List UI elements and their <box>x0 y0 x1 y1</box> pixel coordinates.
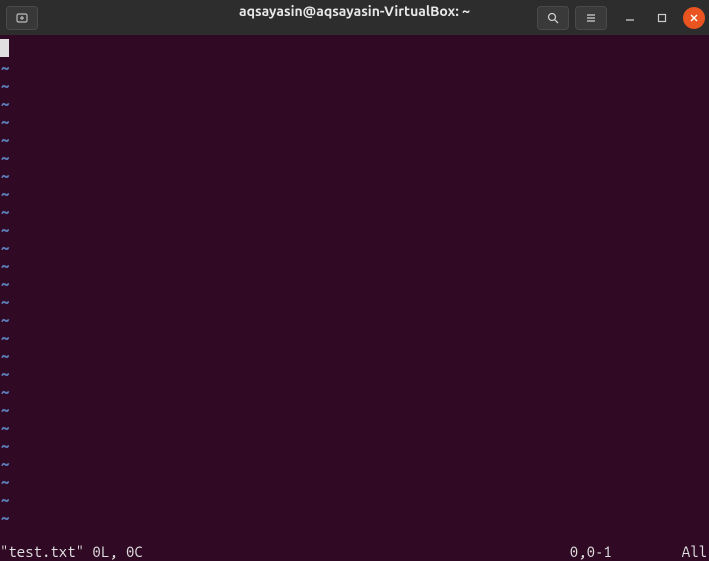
empty-line-tilde: ~ <box>0 491 20 509</box>
maximize-icon <box>656 12 668 24</box>
maximize-button[interactable] <box>651 7 673 29</box>
search-icon <box>546 11 560 25</box>
empty-line-tilde: ~ <box>0 239 20 257</box>
status-cursor-position: 0,0-1 <box>570 543 612 560</box>
menu-button[interactable] <box>575 6 607 30</box>
close-button[interactable] <box>683 7 705 29</box>
empty-line-tilde: ~ <box>0 221 20 239</box>
window-controls <box>619 7 705 29</box>
empty-line-tilde: ~ <box>0 311 20 329</box>
empty-line-tilde: ~ <box>0 347 20 365</box>
empty-line-tilde: ~ <box>0 275 20 293</box>
empty-line-tilde: ~ <box>0 77 20 95</box>
new-tab-button[interactable] <box>6 6 38 30</box>
empty-line-tilde: ~ <box>0 149 20 167</box>
titlebar-controls <box>537 6 705 30</box>
minimize-icon <box>624 12 636 24</box>
status-scroll-indicator: All <box>682 543 707 560</box>
empty-line-tilde: ~ <box>0 401 20 419</box>
empty-line-tilde: ~ <box>0 113 20 131</box>
new-tab-icon <box>15 11 29 25</box>
editor-viewport[interactable]: ~~~~~~~~~~~~~~~~~~~~~~~~~~ <box>0 35 709 541</box>
window-titlebar: aqsayasin@aqsayasin-VirtualBox: ~ <box>0 0 709 35</box>
window-title: aqsayasin@aqsayasin-VirtualBox: ~ <box>239 3 470 19</box>
vim-status-bar: "test.txt" 0L, 0C 0,0-1 All <box>0 541 709 561</box>
text-cursor <box>0 39 9 57</box>
hamburger-icon <box>584 11 598 25</box>
empty-line-tilde: ~ <box>0 437 20 455</box>
empty-line-tilde: ~ <box>0 203 20 221</box>
minimize-button[interactable] <box>619 7 641 29</box>
empty-line-column: ~~~~~~~~~~~~~~~~~~~~~~~~~~ <box>0 59 20 541</box>
empty-line-tilde: ~ <box>0 59 20 77</box>
empty-line-tilde: ~ <box>0 293 20 311</box>
empty-line-tilde: ~ <box>0 167 20 185</box>
empty-line-tilde: ~ <box>0 455 20 473</box>
empty-line-tilde: ~ <box>0 329 20 347</box>
empty-line-tilde: ~ <box>0 95 20 113</box>
empty-line-tilde: ~ <box>0 419 20 437</box>
empty-line-tilde: ~ <box>0 365 20 383</box>
empty-line-tilde: ~ <box>0 383 20 401</box>
close-icon <box>689 13 699 23</box>
empty-line-tilde: ~ <box>0 257 20 275</box>
empty-line-tilde: ~ <box>0 473 20 491</box>
empty-line-tilde: ~ <box>0 185 20 203</box>
empty-line-tilde: ~ <box>0 509 20 527</box>
empty-line-tilde: ~ <box>0 131 20 149</box>
status-file-info: "test.txt" 0L, 0C <box>0 543 143 560</box>
search-button[interactable] <box>537 6 569 30</box>
